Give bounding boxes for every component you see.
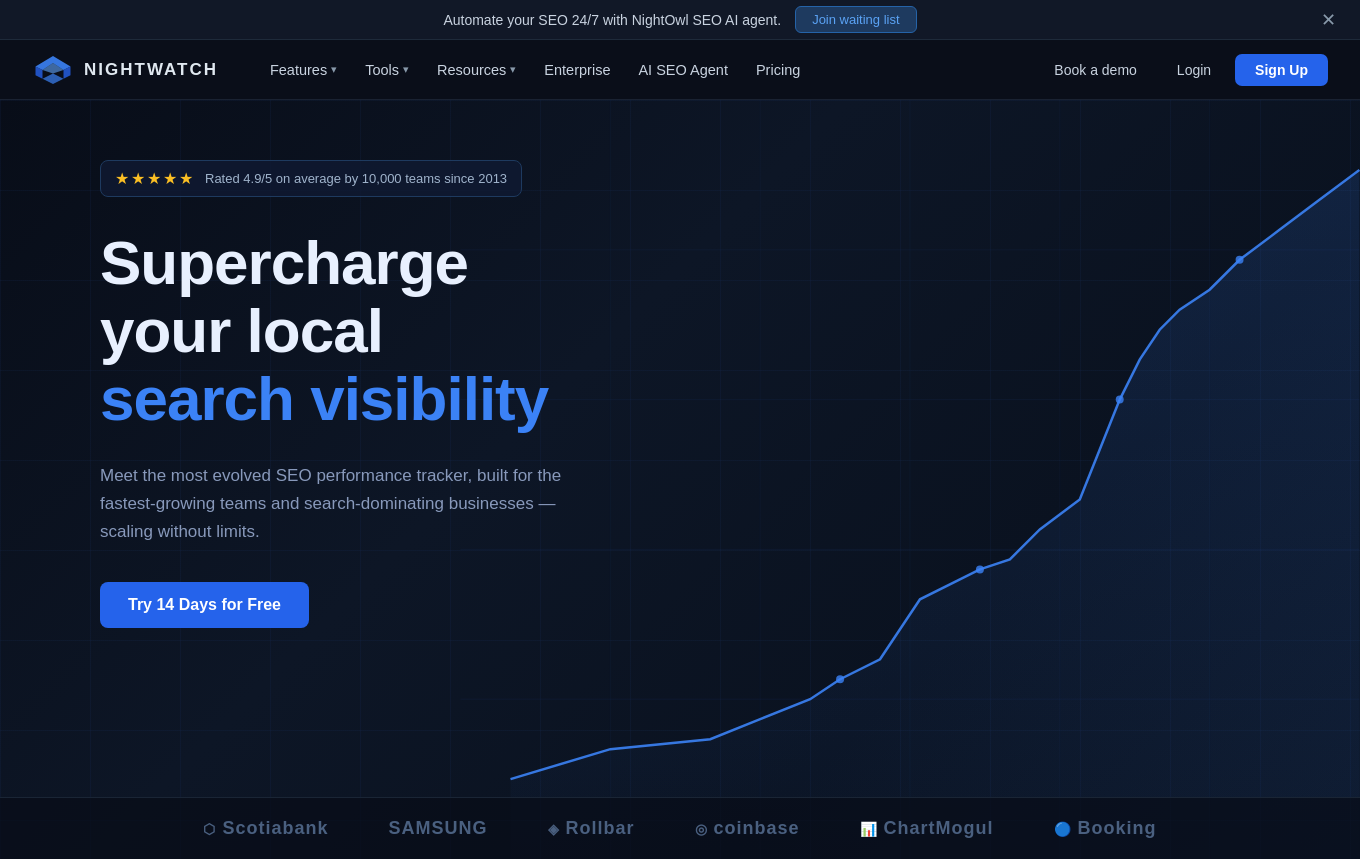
svg-point-12 [1236,256,1244,264]
svg-point-11 [1116,396,1124,404]
hero-content: ★★★★★ Rated 4.9/5 on average by 10,000 t… [0,100,700,668]
login-button[interactable]: Login [1161,56,1227,84]
logo-coinbase: ◎ coinbase [695,818,800,839]
hero-section: ★★★★★ Rated 4.9/5 on average by 10,000 t… [0,100,1360,859]
nav-right-actions: Book a demo Login Sign Up [1038,54,1328,86]
features-chevron-icon: ▾ [331,63,337,76]
rating-badge: ★★★★★ Rated 4.9/5 on average by 10,000 t… [100,160,522,197]
logo-rollbar: ◈ Rollbar [548,818,635,839]
nav-resources[interactable]: Resources ▾ [425,56,528,84]
logo-scotiabank: ⬡ Scotiabank [203,818,328,839]
rating-text: Rated 4.9/5 on average by 10,000 teams s… [205,171,507,186]
star-icons: ★★★★★ [115,169,195,188]
logos-bar: ⬡ Scotiabank SAMSUNG ◈ Rollbar ◎ coinbas… [0,797,1360,859]
chartmogul-icon: 📊 [860,821,878,837]
nav-ai-seo-agent[interactable]: AI SEO Agent [626,56,739,84]
scotiabank-icon: ⬡ [203,821,216,837]
logo-icon [32,54,74,86]
logo-chartmogul: 📊 ChartMogul [860,818,994,839]
signup-button[interactable]: Sign Up [1235,54,1328,86]
main-navigation: NIGHTWATCH Features ▾ Tools ▾ Resources … [0,40,1360,100]
announcement-banner: Automate your SEO 24/7 with NightOwl SEO… [0,0,1360,40]
nav-links: Features ▾ Tools ▾ Resources ▾ Enterpris… [258,56,1038,84]
book-demo-button[interactable]: Book a demo [1038,56,1153,84]
booking-icon: 🔵 [1054,821,1072,837]
logo-samsung: SAMSUNG [388,818,487,839]
try-free-button[interactable]: Try 14 Days for Free [100,582,309,628]
rollbar-icon: ◈ [548,821,560,837]
join-waiting-list-button[interactable]: Join waiting list [795,6,916,33]
tools-chevron-icon: ▾ [403,63,409,76]
hero-headline: Supercharge your local search visibility [100,229,600,434]
hero-description: Meet the most evolved SEO performance tr… [100,462,600,546]
nav-pricing[interactable]: Pricing [744,56,812,84]
logo-text: NIGHTWATCH [84,60,218,80]
announcement-text: Automate your SEO 24/7 with NightOwl SEO… [443,12,781,28]
nav-features[interactable]: Features ▾ [258,56,349,84]
hero-headline-blue: search visibility [100,365,600,433]
nav-enterprise[interactable]: Enterprise [532,56,622,84]
resources-chevron-icon: ▾ [510,63,516,76]
svg-point-10 [976,565,984,573]
logo[interactable]: NIGHTWATCH [32,54,218,86]
nav-tools[interactable]: Tools ▾ [353,56,421,84]
coinbase-icon: ◎ [695,821,708,837]
logo-booking: 🔵 Booking [1054,818,1157,839]
close-banner-button[interactable]: ✕ [1317,7,1340,33]
svg-point-9 [836,675,844,683]
